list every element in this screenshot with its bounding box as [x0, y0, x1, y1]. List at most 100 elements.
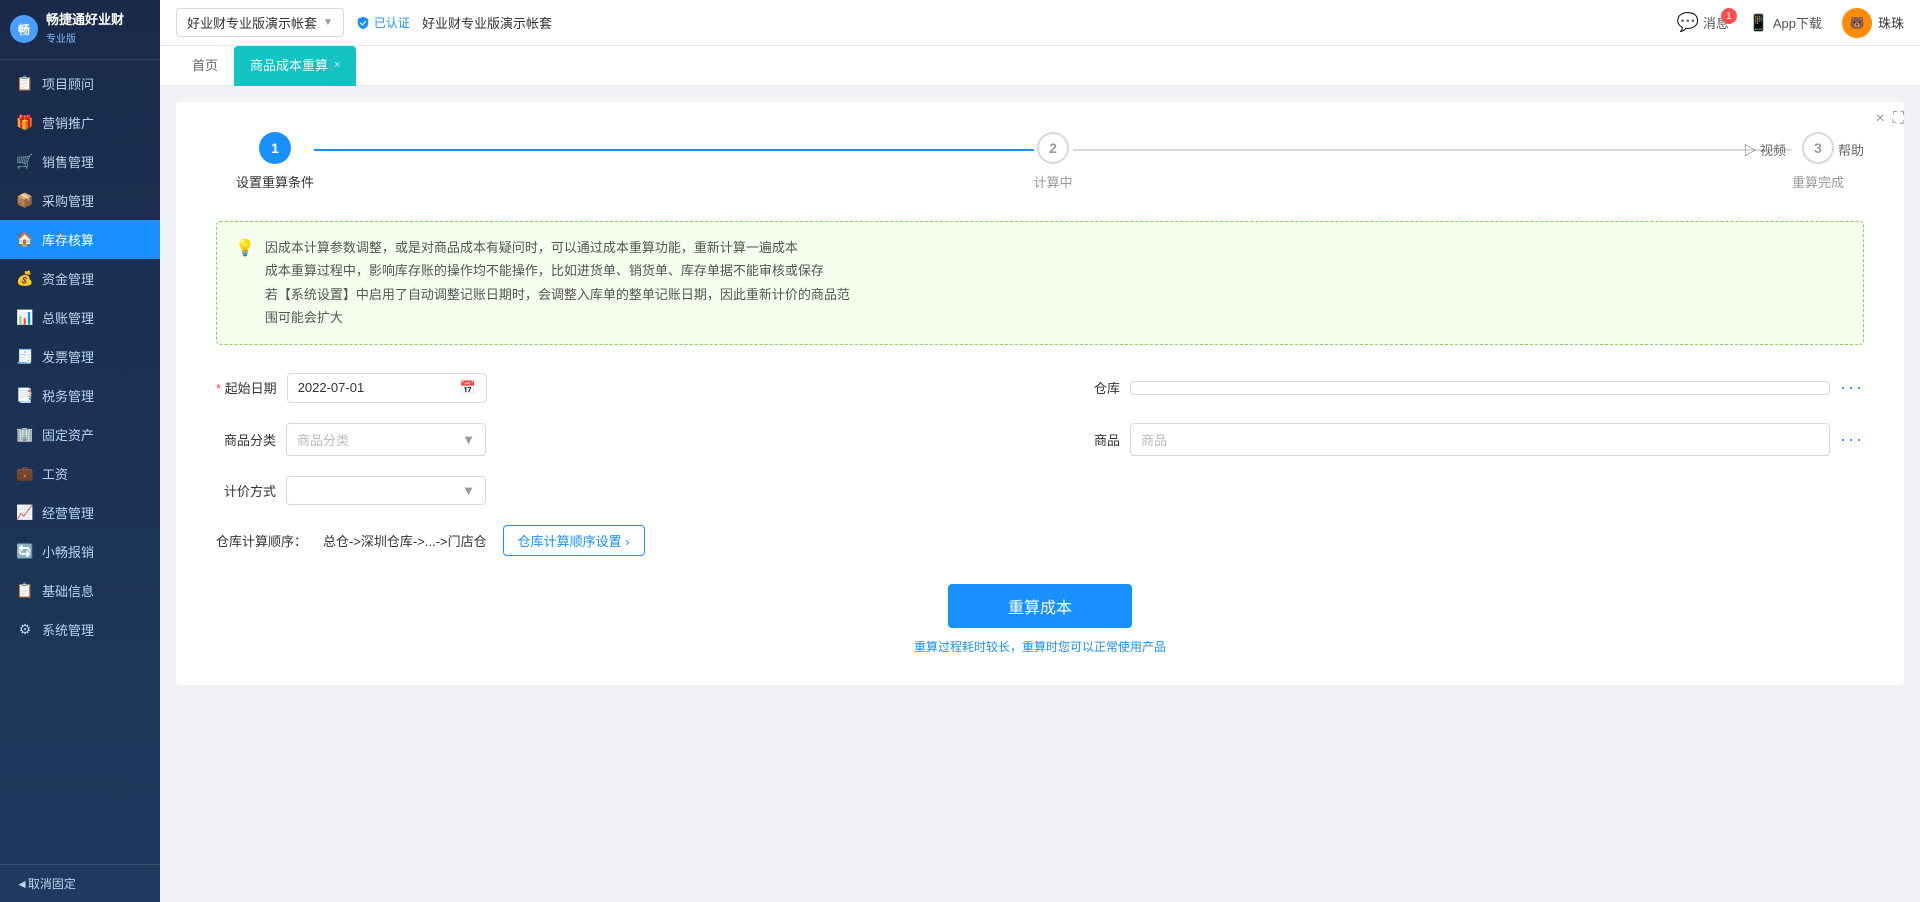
sidebar-item-label: 系统管理 [42, 620, 94, 639]
pricing-label: 计价方式 [216, 481, 276, 500]
account-chevron-icon: ▼ [323, 17, 333, 28]
sidebar-pin-toggle[interactable]: ◄取消固定 [0, 864, 160, 902]
account-selector[interactable]: 好业财专业版演示帐套 ▼ [176, 8, 344, 37]
sidebar-item-salary[interactable]: 💼 工资 [0, 454, 160, 493]
message-button[interactable]: 💬 消息 1 [1676, 12, 1728, 33]
salary-icon: 💼 [16, 464, 34, 482]
tab-active-label: 商品成本重算 [250, 55, 328, 74]
calendar-icon[interactable]: 📅 [460, 380, 476, 396]
logo-edition: 专业版 [46, 28, 124, 47]
user-area[interactable]: 🐻 珠珠 [1842, 8, 1904, 38]
tax-icon: 📑 [16, 386, 34, 404]
sidebar-item-asset[interactable]: 🏢 固定资产 [0, 415, 160, 454]
sidebar-item-label: 基础信息 [42, 581, 94, 600]
step-line-1 [314, 149, 1033, 151]
tab-close-icon[interactable]: × [334, 59, 340, 71]
start-date-label: 起始日期 [216, 378, 277, 397]
sidebar-item-expense[interactable]: 🔄 小畅报销 [0, 532, 160, 571]
goods-label: 商品 [1060, 430, 1120, 449]
warehouse-order-settings-button[interactable]: 仓库计算顺序设置 › [503, 525, 645, 556]
category-select[interactable]: 商品分类 ▼ [286, 423, 486, 456]
asset-icon: 🏢 [16, 425, 34, 443]
info-line-3: 若【系统设置】中启用了自动调整记账日期时，会调整入库单的整单记账日期，因此重新计… [265, 283, 850, 306]
sidebar-item-marketing[interactable]: 🎁 营销推广 [0, 103, 160, 142]
sidebar-item-sales[interactable]: 🛒 销售管理 [0, 142, 160, 181]
category-chevron-icon: ▼ [462, 432, 475, 447]
step-2-num: 2 [1049, 140, 1057, 156]
sidebar-item-operation[interactable]: 📈 经营管理 [0, 493, 160, 532]
goods-input[interactable]: 商品 [1130, 423, 1830, 456]
step-3-num: 3 [1814, 140, 1822, 156]
message-chat-icon: 💬 [1676, 12, 1698, 33]
shield-icon [356, 16, 370, 30]
tab-home-label: 首页 [192, 55, 218, 74]
sidebar-item-system[interactable]: ⚙ 系统管理 [0, 610, 160, 649]
project-icon: 📋 [16, 74, 34, 92]
action-center: 重算成本 重算过程耗时较长，重算时您可以正常使用产品 [216, 584, 1864, 655]
tab-cost-recalc[interactable]: 商品成本重算 × [234, 46, 356, 86]
video-link[interactable]: ▷ 视频 [1743, 140, 1786, 159]
topbar: 好业财专业版演示帐套 ▼ 已认证 好业财专业版演示帐套 💬 消息 1 📱 App… [160, 0, 1920, 46]
step-1-num: 1 [271, 140, 279, 156]
goods-more-button[interactable]: ··· [1840, 429, 1864, 450]
sidebar-item-finance[interactable]: 💰 资金管理 [0, 259, 160, 298]
category-placeholder: 商品分类 [297, 430, 349, 449]
info-line-2: 成本重算过程中，影响库存账的操作均不能操作，比如进货单、销货单、库存单据不能审核… [265, 259, 850, 282]
sidebar-item-accounting[interactable]: 📊 总账管理 [0, 298, 160, 337]
warehouse-input[interactable] [1130, 381, 1830, 395]
verified-badge: 已认证 [356, 14, 410, 31]
sidebar-item-label: 工资 [42, 464, 68, 483]
sidebar-item-tax[interactable]: 📑 税务管理 [0, 376, 160, 415]
info-line-4: 围可能会扩大 [265, 306, 850, 329]
sidebar-item-purchase[interactable]: 📦 采购管理 [0, 181, 160, 220]
sidebar-item-label: 固定资产 [42, 425, 94, 444]
info-bulb-icon: 💡 [235, 238, 255, 258]
sidebar-item-label: 库存核算 [42, 230, 94, 249]
recalc-label: 重算成本 [1008, 600, 1072, 617]
start-date-input[interactable]: 2022-07-01 📅 [287, 373, 487, 403]
app-download-button[interactable]: 📱 App下载 [1749, 13, 1822, 33]
recalc-button[interactable]: 重算成本 [948, 584, 1132, 628]
goods-placeholder: 商品 [1141, 430, 1167, 449]
user-name: 珠珠 [1878, 13, 1904, 32]
close-window-button[interactable]: × [1875, 110, 1884, 128]
category-field: 商品分类 商品分类 ▼ [216, 423, 1020, 456]
purchase-icon: 📦 [16, 191, 34, 209]
verified-label: 已认证 [374, 14, 410, 31]
start-date-value: 2022-07-01 [298, 380, 365, 395]
avatar: 🐻 [1842, 8, 1872, 38]
step-3-label: 重算完成 [1792, 172, 1844, 191]
invoice-icon: 🧾 [16, 347, 34, 365]
pin-toggle-label: ◄取消固定 [16, 875, 76, 892]
sidebar-item-label: 项目顾问 [42, 74, 94, 93]
logo-area: 畅 畅捷通好业财 专业版 [0, 0, 160, 60]
tab-home[interactable]: 首页 [176, 46, 234, 86]
step-1-circle: 1 [259, 132, 291, 164]
verified-account-name: 好业财专业版演示帐套 [422, 13, 552, 32]
expand-window-button[interactable]: ⛶ [1893, 110, 1904, 128]
sidebar-item-project[interactable]: 📋 项目顾问 [0, 64, 160, 103]
sidebar-item-inventory[interactable]: 🏠 库存核算 [0, 220, 160, 259]
finance-icon: 💰 [16, 269, 34, 287]
start-date-field: 起始日期 2022-07-01 📅 [216, 373, 1020, 403]
sidebar-item-basic[interactable]: 📋 基础信息 [0, 571, 160, 610]
warehouse-more-button[interactable]: ··· [1840, 377, 1864, 398]
warehouse-field: 仓库 ··· [1060, 377, 1864, 398]
main-container: 好业财专业版演示帐套 ▼ 已认证 好业财专业版演示帐套 💬 消息 1 📱 App… [160, 0, 1920, 902]
sidebar-item-label: 税务管理 [42, 386, 94, 405]
step-1: 1 设置重算条件 [236, 132, 314, 191]
account-name: 好业财专业版演示帐套 [187, 13, 317, 32]
message-badge: 1 [1721, 8, 1737, 24]
warehouse-label: 仓库 [1060, 378, 1120, 397]
step-1-label: 设置重算条件 [236, 172, 314, 191]
sidebar-item-label: 发票管理 [42, 347, 94, 366]
operation-icon: 📈 [16, 503, 34, 521]
sidebar-item-label: 经营管理 [42, 503, 94, 522]
marketing-icon: 🎁 [16, 113, 34, 131]
pricing-select[interactable]: ▼ [286, 476, 486, 505]
sidebar-item-invoice[interactable]: 🧾 发票管理 [0, 337, 160, 376]
form-row-1: 起始日期 2022-07-01 📅 仓库 ··· [216, 373, 1864, 403]
system-icon: ⚙ [16, 620, 34, 638]
step-2-circle: 2 [1037, 132, 1069, 164]
sidebar-item-label: 营销推广 [42, 113, 94, 132]
